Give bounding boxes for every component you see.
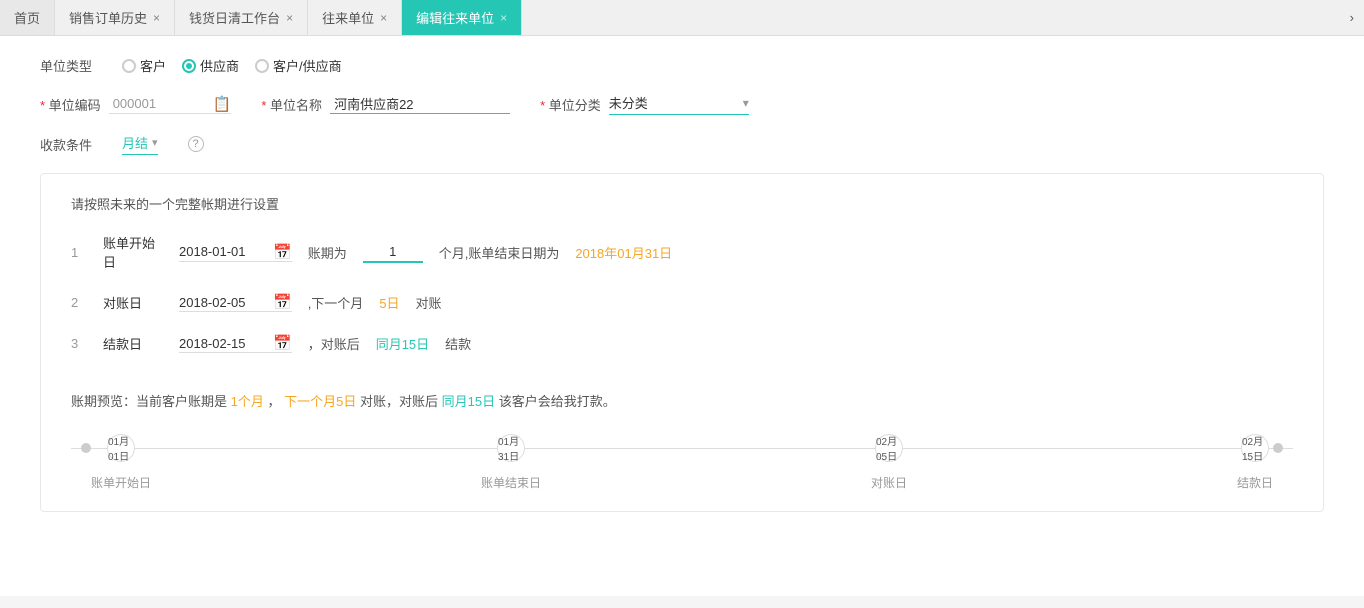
node-label-3: 对账日 bbox=[871, 474, 907, 491]
unit-code-label: 单位编码 bbox=[40, 95, 101, 114]
tab-expand-button[interactable]: › bbox=[1340, 0, 1364, 35]
settle-date-calendar-icon[interactable]: 📅 bbox=[273, 334, 292, 352]
node-dot-1: 01月01日 bbox=[107, 434, 135, 462]
reconcile-date-input[interactable] bbox=[179, 295, 269, 310]
tab-home[interactable]: 首页 bbox=[0, 0, 55, 35]
timeline-right-dot bbox=[1273, 443, 1283, 453]
close-edit-partner[interactable]: × bbox=[500, 11, 507, 25]
timeline-node-1: 01月01日 账单开始日 bbox=[91, 434, 151, 491]
row-1-number: 1 bbox=[71, 245, 87, 260]
row-1-label: 账单开始日 bbox=[103, 233, 163, 271]
preview-section: 账期预览：当前客户账期是 1个月 ， 下一个月5日 对账，对账后 同月15日 该… bbox=[71, 375, 1293, 491]
tab-partner[interactable]: 往来单位 × bbox=[308, 0, 402, 35]
unit-category-value: 未分类 bbox=[609, 93, 648, 112]
setting-row-3: 3 结款日 📅 ，对账后 同月15日 结款 bbox=[71, 334, 1293, 353]
radio-both[interactable]: 客户/供应商 bbox=[255, 56, 342, 75]
reconcile-date-calendar-icon[interactable]: 📅 bbox=[273, 293, 292, 311]
preview-text: 账期预览：当前客户账期是 1个月 ， 下一个月5日 对账，对账后 同月15日 该… bbox=[71, 391, 1293, 410]
row-2-label: 对账日 bbox=[103, 293, 163, 312]
radio-customer-circle bbox=[122, 59, 136, 73]
setting-row-2: 2 对账日 📅 ,下一个月 5日 对账 bbox=[71, 293, 1293, 312]
row-2-highlight: 5日 bbox=[379, 293, 399, 312]
tab-cash-work[interactable]: 钱货日清工作台 × bbox=[175, 0, 308, 35]
row-3-number: 3 bbox=[71, 336, 87, 351]
unit-type-radio-group: 客户 供应商 客户/供应商 bbox=[122, 56, 342, 75]
row-3-label: 结款日 bbox=[103, 334, 163, 353]
preview-part3: 同月15日 bbox=[442, 394, 495, 409]
payment-terms-chevron: ▾ bbox=[152, 136, 158, 149]
row-3-highlight: 同月15日 bbox=[376, 334, 429, 353]
row-1-desc-suffix: 个月,账单结束日期为 bbox=[439, 243, 560, 262]
row-1-highlight: 2018年01月31日 bbox=[575, 243, 672, 262]
payment-terms-row: 收款条件 月结 ▾ ? bbox=[40, 133, 1324, 155]
unit-category-select[interactable]: 未分类 ▾ bbox=[609, 93, 749, 115]
timeline-node-2: 01月31日 账单结束日 bbox=[481, 434, 541, 491]
unit-code-input[interactable] bbox=[109, 94, 209, 113]
unit-code-field: 📋 bbox=[109, 94, 232, 114]
tab-bar: 首页 销售订单历史 × 钱货日清工作台 × 往来单位 × 编辑往来单位 × › bbox=[0, 0, 1364, 36]
row-3-suffix: 结款 bbox=[445, 334, 471, 353]
row-1-desc-prefix: 账期为 bbox=[308, 243, 347, 262]
unit-type-row: 单位类型 客户 供应商 客户/供应商 bbox=[40, 56, 1324, 75]
row-2-prefix: ,下一个月 bbox=[308, 293, 364, 312]
settle-date-input[interactable] bbox=[179, 336, 269, 351]
preview-part1: 1个月 bbox=[231, 394, 264, 409]
preview-text4: 该客户会给我打款。 bbox=[499, 394, 616, 409]
payment-terms-select[interactable]: 月结 ▾ bbox=[122, 133, 158, 155]
main-content: 单位类型 客户 供应商 客户/供应商 单位编码 📋 单位 bbox=[0, 36, 1364, 596]
unit-category-label: 单位分类 bbox=[540, 95, 601, 114]
unit-category-group: 单位分类 未分类 ▾ bbox=[540, 93, 749, 115]
row-3-prefix: ，对账后 bbox=[308, 334, 360, 353]
node-dot-4: 02月15日 bbox=[1241, 434, 1269, 462]
node-label-4: 结款日 bbox=[1237, 474, 1273, 491]
preview-text3: 对账，对账后 bbox=[360, 394, 438, 409]
payment-terms-value: 月结 bbox=[122, 133, 148, 152]
row-2-number: 2 bbox=[71, 295, 87, 310]
timeline-node-4: 02月15日 结款日 bbox=[1237, 434, 1273, 491]
timeline-container: 01月01日 账单开始日 01月31日 账单结束日 02月05日 bbox=[71, 434, 1293, 491]
settings-panel: 请按照未来的一个完整帐期进行设置 1 账单开始日 📅 账期为 个月,账单结束日期… bbox=[40, 173, 1324, 512]
close-sales-history[interactable]: × bbox=[153, 11, 160, 25]
unit-name-input[interactable] bbox=[330, 94, 510, 114]
start-date-input[interactable] bbox=[179, 244, 269, 259]
panel-title: 请按照未来的一个完整帐期进行设置 bbox=[71, 194, 1293, 213]
radio-customer[interactable]: 客户 bbox=[122, 56, 166, 75]
setting-row-1: 1 账单开始日 📅 账期为 个月,账单结束日期为 2018年01月31日 bbox=[71, 233, 1293, 271]
unit-name-group: 单位名称 bbox=[261, 94, 510, 114]
node-label-1: 账单开始日 bbox=[91, 474, 151, 491]
start-date-input-group: 📅 bbox=[179, 243, 292, 262]
category-dropdown-icon: ▾ bbox=[743, 96, 749, 110]
chevron-right-icon: › bbox=[1350, 10, 1354, 25]
period-input[interactable] bbox=[363, 242, 423, 263]
radio-supplier[interactable]: 供应商 bbox=[182, 56, 239, 75]
payment-terms-label: 收款条件 bbox=[40, 135, 92, 154]
node-dot-3: 02月05日 bbox=[875, 434, 903, 462]
node-dot-2: 01月31日 bbox=[497, 434, 525, 462]
settle-date-input-group: 📅 bbox=[179, 334, 292, 353]
unit-code-group: 单位编码 📋 bbox=[40, 94, 231, 114]
timeline-nodes: 01月01日 账单开始日 01月31日 账单结束日 02月05日 bbox=[91, 434, 1273, 491]
help-icon[interactable]: ? bbox=[188, 136, 204, 152]
close-partner[interactable]: × bbox=[380, 11, 387, 25]
radio-supplier-circle bbox=[182, 59, 196, 73]
start-date-calendar-icon[interactable]: 📅 bbox=[273, 243, 292, 261]
unit-info-row: 单位编码 📋 单位名称 单位分类 未分类 ▾ bbox=[40, 93, 1324, 115]
row-2-suffix: 对账 bbox=[416, 293, 442, 312]
unit-name-label: 单位名称 bbox=[261, 95, 322, 114]
preview-text2: ， bbox=[268, 394, 281, 409]
preview-part2: 下一个月5日 bbox=[284, 394, 356, 409]
tab-edit-partner[interactable]: 编辑往来单位 × bbox=[402, 0, 522, 35]
radio-both-circle bbox=[255, 59, 269, 73]
tab-sales-history[interactable]: 销售订单历史 × bbox=[55, 0, 175, 35]
preview-label: 账期预览：当前客户账期是 bbox=[71, 394, 227, 409]
node-label-2: 账单结束日 bbox=[481, 474, 541, 491]
reconcile-date-input-group: 📅 bbox=[179, 293, 292, 312]
unit-code-icon[interactable]: 📋 bbox=[213, 95, 232, 113]
timeline-left-dot bbox=[81, 443, 91, 453]
close-cash-work[interactable]: × bbox=[286, 11, 293, 25]
timeline-node-3: 02月05日 对账日 bbox=[871, 434, 907, 491]
unit-type-label: 单位类型 bbox=[40, 56, 92, 75]
